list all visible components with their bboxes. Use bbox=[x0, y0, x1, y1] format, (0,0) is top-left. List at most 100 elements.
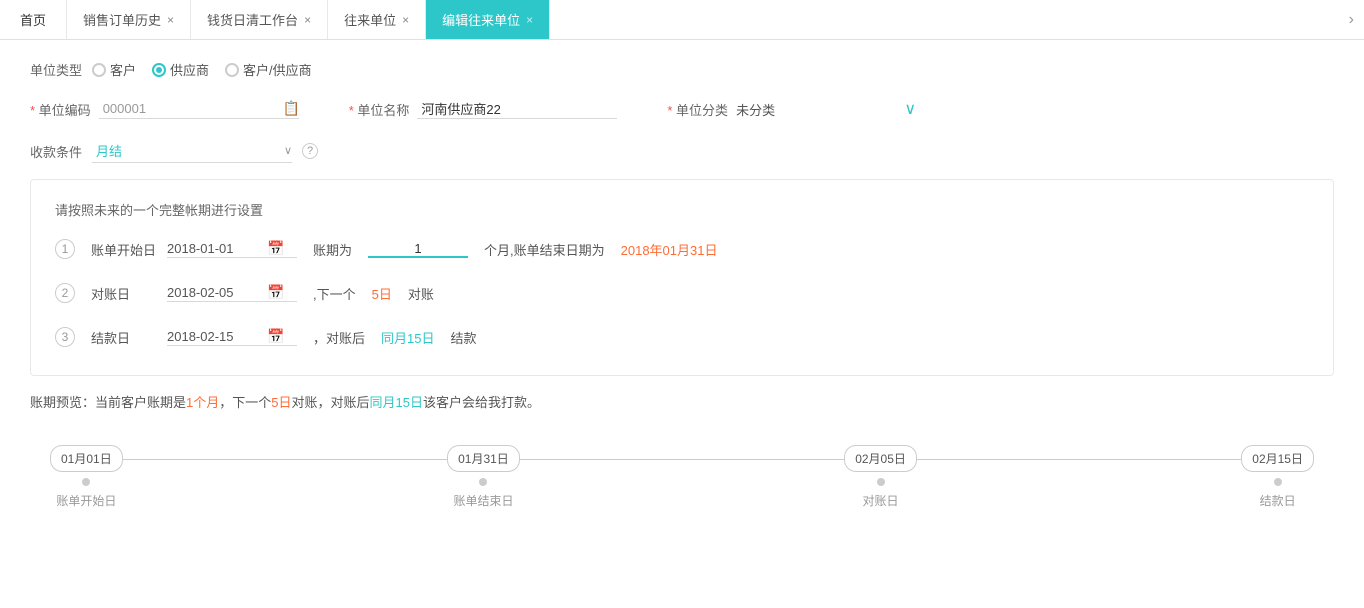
unit-code-input-wrapper: 📋 bbox=[99, 99, 299, 119]
preview-section: 账期预览：当前客户账期是1个月，下一个5日对账，对账后同月15日该客户会给我打款… bbox=[30, 376, 1334, 547]
step-1: 1 bbox=[55, 239, 75, 259]
row-2-label: 对账日 bbox=[91, 284, 151, 303]
unit-name-label: 单位名称 bbox=[349, 100, 410, 119]
radio-supplier-circle bbox=[152, 63, 166, 77]
unit-type-row: 单位类型 客户 供应商 客户/供应商 bbox=[30, 60, 1334, 79]
tab-edit-partner-close[interactable]: × bbox=[526, 13, 533, 27]
preview-part1-sep: ，下一个 bbox=[219, 395, 271, 410]
row-3-label: 结款日 bbox=[91, 328, 151, 347]
payment-desc-suffix: 结款 bbox=[450, 328, 476, 347]
node-1-label: 账单开始日 bbox=[56, 492, 116, 509]
reconcile-desc-suffix: 对账 bbox=[408, 284, 434, 303]
preview-text: 账期预览：当前客户账期是1个月，下一个5日对账，对账后同月15日该客户会给我打款… bbox=[30, 392, 1334, 411]
main-content: 单位类型 客户 供应商 客户/供应商 单位编码 📋 单 bbox=[0, 40, 1364, 608]
unit-type-label: 单位类型 bbox=[30, 60, 82, 79]
payment-terms-row: 收款条件 月结 ∨ ? bbox=[30, 139, 1334, 163]
unit-category-select[interactable]: 未分类 ∨ bbox=[736, 99, 916, 119]
reconcile-desc-prefix: ,下一个 bbox=[313, 284, 356, 303]
preview-part1: 1个月 bbox=[186, 395, 219, 410]
row-1-label: 账单开始日 bbox=[91, 240, 151, 259]
timeline-container: 01月01日 账单开始日 01月31日 账单结束日 02月05日 对账日 bbox=[30, 435, 1334, 539]
unit-category-group: 单位分类 未分类 ∨ bbox=[667, 99, 916, 119]
radio-supplier[interactable]: 供应商 bbox=[152, 60, 209, 79]
payment-date-input[interactable] bbox=[167, 329, 267, 344]
tab-cash-work-close[interactable]: × bbox=[304, 13, 311, 27]
tab-partners[interactable]: 往来单位 × bbox=[328, 0, 426, 39]
tab-bar: 首页 销售订单历史 × 钱货日清工作台 × 往来单位 × 编辑往来单位 × › bbox=[0, 0, 1364, 40]
tab-more-arrow[interactable]: › bbox=[1339, 0, 1364, 39]
payment-terms-value: 月结 bbox=[92, 139, 284, 162]
timeline-node-4: 02月15日 结款日 bbox=[1241, 445, 1314, 509]
unit-name-input[interactable] bbox=[417, 99, 617, 118]
timeline-node-3: 02月05日 对账日 bbox=[844, 445, 917, 509]
unit-category-value: 未分类 bbox=[736, 100, 904, 119]
start-date-calendar-icon[interactable]: 📅 bbox=[267, 240, 284, 257]
radio-customer-label: 客户 bbox=[110, 60, 136, 79]
reconcile-date-input[interactable] bbox=[167, 285, 267, 300]
unit-category-label: 单位分类 bbox=[667, 100, 728, 119]
reconcile-date-input-wrapper: 📅 bbox=[167, 284, 297, 302]
unit-code-label: 单位编码 bbox=[30, 100, 91, 119]
unit-code-input[interactable] bbox=[99, 99, 283, 118]
node-1-circle bbox=[82, 478, 90, 486]
preview-suffix: 该客户会给我打款。 bbox=[423, 395, 540, 410]
unit-code-icon[interactable]: 📋 bbox=[283, 100, 300, 117]
period-end: 2018年01月31日 bbox=[621, 240, 718, 259]
reconcile-date-calendar-icon[interactable]: 📅 bbox=[267, 284, 284, 301]
reconcile-desc-highlight: 5日 bbox=[372, 284, 392, 303]
tab-edit-partner[interactable]: 编辑往来单位 × bbox=[426, 0, 550, 39]
unit-type-radio-group: 客户 供应商 客户/供应商 bbox=[92, 60, 312, 79]
step-2: 2 bbox=[55, 283, 75, 303]
payment-desc-highlight: 同月15日 bbox=[381, 328, 434, 347]
help-icon[interactable]: ? bbox=[302, 143, 318, 159]
tab-cash-work[interactable]: 钱货日清工作台 × bbox=[191, 0, 328, 39]
settlement-instruction: 请按照未来的一个完整帐期进行设置 bbox=[55, 200, 1309, 219]
chevron-down-icon: ∨ bbox=[904, 99, 916, 119]
preview-part2: 5日 bbox=[271, 395, 291, 410]
payment-terms-chevron: ∨ bbox=[284, 144, 292, 157]
tab-home-label: 首页 bbox=[20, 10, 46, 29]
payment-terms-select[interactable]: 月结 ∨ bbox=[92, 139, 292, 163]
start-date-input-wrapper: 📅 bbox=[167, 240, 297, 258]
radio-both-label: 客户/供应商 bbox=[243, 60, 312, 79]
preview-prefix: 账期预览：当前客户账期是 bbox=[30, 395, 186, 410]
settlement-row-3: 3 结款日 📅 ，对账后 同月15日 结款 bbox=[55, 327, 1309, 347]
period-prefix: 账期为 bbox=[313, 240, 352, 259]
tab-partners-label: 往来单位 bbox=[344, 10, 396, 29]
settlement-row-2: 2 对账日 📅 ,下一个 5日 对账 bbox=[55, 283, 1309, 303]
unit-info-row: 单位编码 📋 单位名称 单位分类 未分类 ∨ bbox=[30, 99, 1334, 119]
radio-customer[interactable]: 客户 bbox=[92, 60, 136, 79]
preview-part2-sep: 对账，对账后 bbox=[292, 395, 370, 410]
payment-desc-prefix: ，对账后 bbox=[313, 328, 365, 347]
tab-partners-close[interactable]: × bbox=[402, 13, 409, 27]
settlement-box: 请按照未来的一个完整帐期进行设置 1 账单开始日 📅 账期为 个月,账单结束日期… bbox=[30, 179, 1334, 376]
radio-both-circle bbox=[225, 63, 239, 77]
step-3: 3 bbox=[55, 327, 75, 347]
timeline-nodes: 01月01日 账单开始日 01月31日 账单结束日 02月05日 对账日 bbox=[50, 445, 1314, 509]
tab-home[interactable]: 首页 bbox=[0, 0, 67, 39]
node-3-circle bbox=[877, 478, 885, 486]
tab-sales-history[interactable]: 销售订单历史 × bbox=[67, 0, 191, 39]
payment-terms-label: 收款条件 bbox=[30, 142, 82, 161]
node-2-tag: 01月31日 bbox=[447, 445, 520, 472]
period-suffix: 个月,账单结束日期为 bbox=[484, 240, 605, 259]
radio-customer-circle bbox=[92, 63, 106, 77]
radio-supplier-label: 供应商 bbox=[170, 60, 209, 79]
tab-sales-history-close[interactable]: × bbox=[167, 13, 174, 27]
preview-part3: 同月15日 bbox=[370, 395, 423, 410]
tab-edit-partner-label: 编辑往来单位 bbox=[442, 10, 520, 29]
payment-date-calendar-icon[interactable]: 📅 bbox=[267, 328, 284, 345]
start-date-input[interactable] bbox=[167, 241, 267, 256]
node-2-label: 账单结束日 bbox=[453, 492, 513, 509]
period-input[interactable] bbox=[368, 241, 468, 258]
node-3-label: 对账日 bbox=[863, 492, 899, 509]
unit-code-group: 单位编码 📋 bbox=[30, 99, 299, 119]
tab-sales-history-label: 销售订单历史 bbox=[83, 10, 161, 29]
node-4-tag: 02月15日 bbox=[1241, 445, 1314, 472]
timeline-node-1: 01月01日 账单开始日 bbox=[50, 445, 123, 509]
radio-both[interactable]: 客户/供应商 bbox=[225, 60, 312, 79]
node-3-tag: 02月05日 bbox=[844, 445, 917, 472]
node-4-label: 结款日 bbox=[1260, 492, 1296, 509]
unit-name-input-wrapper bbox=[417, 99, 617, 119]
unit-name-group: 单位名称 bbox=[349, 99, 618, 119]
